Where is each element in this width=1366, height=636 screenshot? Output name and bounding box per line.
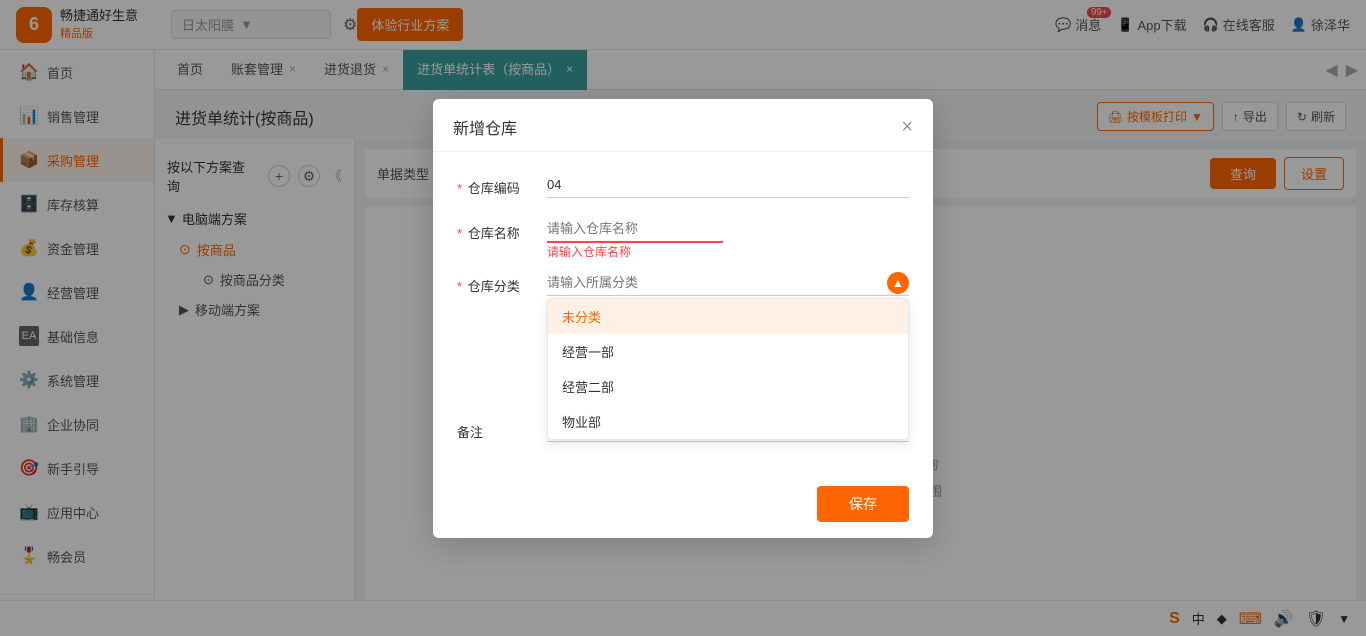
- name-input[interactable]: [547, 216, 723, 243]
- name-required-mark: *: [457, 226, 462, 241]
- name-error-area: 请输入仓库名称: [547, 243, 631, 260]
- form-row-name: * 仓库名称 请输入仓库名称: [457, 216, 909, 260]
- new-warehouse-modal: 新增仓库 × * 仓库编码 * 仓库名称: [433, 99, 933, 538]
- save-button[interactable]: 保存: [817, 486, 909, 522]
- name-error-text: 请输入仓库名称: [547, 245, 631, 259]
- dropdown-item-dept3[interactable]: 物业部: [548, 404, 908, 439]
- modal-overlay: 新增仓库 × * 仓库编码 * 仓库名称: [0, 0, 1366, 636]
- modal-header: 新增仓库 ×: [433, 99, 933, 152]
- category-arrow-button[interactable]: ▲: [887, 272, 909, 294]
- category-dropdown: 未分类 经营一部 经营二部 物业部: [547, 298, 909, 440]
- category-label-text: 仓库分类: [468, 279, 520, 294]
- dropdown-item-uncategorized[interactable]: 未分类: [548, 299, 908, 334]
- name-label-text: 仓库名称: [468, 226, 520, 241]
- code-label: * 仓库编码: [457, 172, 547, 197]
- modal-close-button[interactable]: ×: [901, 117, 913, 137]
- modal-body: * 仓库编码 * 仓库名称 请输入仓库名称: [433, 152, 933, 476]
- form-row-code: * 仓库编码: [457, 172, 909, 198]
- code-input[interactable]: [547, 172, 909, 198]
- category-input[interactable]: [547, 270, 909, 296]
- dropdown-item-dept2[interactable]: 经营二部: [548, 369, 908, 404]
- category-label: * 仓库分类: [457, 270, 547, 295]
- remark-label: 备注: [457, 416, 547, 441]
- category-select-wrap: ▲ 未分类 经营一部 经营二部 物业部: [547, 270, 909, 296]
- modal-title: 新增仓库: [453, 115, 517, 139]
- code-label-text: 仓库编码: [468, 181, 520, 196]
- category-required-mark: *: [457, 279, 462, 294]
- modal-footer: 保存: [433, 476, 933, 538]
- code-required-mark: *: [457, 181, 462, 196]
- name-label: * 仓库名称: [457, 217, 547, 242]
- form-row-category: * 仓库分类 ▲ 未分类 经营一部 经营二部 物业部: [457, 270, 909, 296]
- dropdown-item-dept1[interactable]: 经营一部: [548, 334, 908, 369]
